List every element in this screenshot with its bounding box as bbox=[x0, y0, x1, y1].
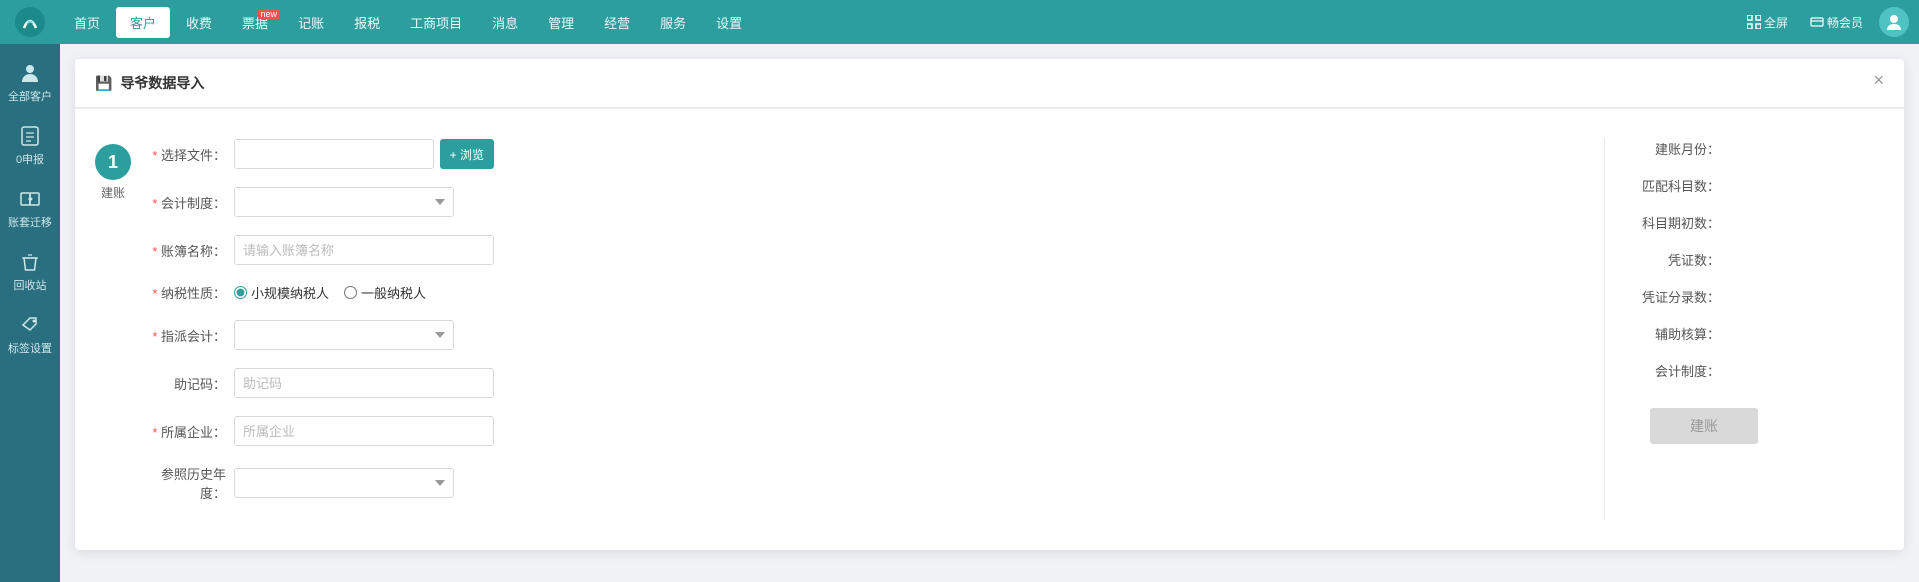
ledger-name-row: 账簿名称： bbox=[146, 235, 1584, 265]
user-avatar[interactable] bbox=[1879, 7, 1909, 37]
nav-item-client[interactable]: 客户 bbox=[116, 7, 170, 38]
company-label: 所属企业： bbox=[146, 422, 226, 441]
nav-item-bookkeeping[interactable]: 记账 bbox=[284, 7, 338, 38]
assigned-accountant-row: 指派会计： bbox=[146, 320, 1584, 350]
member-button[interactable]: 畅会员 bbox=[1804, 11, 1869, 34]
dialog-header: 💾 导爷数据导入 × bbox=[75, 59, 1904, 108]
nav-item-message[interactable]: 消息 bbox=[478, 7, 532, 38]
top-navigation: 首页 客户 收费 票据 new 记账 报税 工商项目 消息 管理 经营 服务 设… bbox=[0, 0, 1919, 44]
info-accounting-system-label: 会计制度： bbox=[1630, 361, 1720, 380]
import-icon: 💾 bbox=[95, 75, 112, 92]
nav-item-manage[interactable]: 管理 bbox=[534, 7, 588, 38]
memo-code-input[interactable] bbox=[234, 368, 494, 398]
info-initial-row: 科目期初数： bbox=[1630, 213, 1884, 232]
member-label: 畅会员 bbox=[1827, 14, 1863, 31]
nav-item-operation[interactable]: 经营 bbox=[590, 7, 644, 38]
content-area: 💾 导爷数据导入 × 1 建账 选择文件： bbox=[60, 44, 1919, 582]
tax-type-label: 纳税性质： bbox=[146, 283, 226, 302]
dialog-title: 导爷数据导入 bbox=[120, 73, 204, 93]
nav-item-fees[interactable]: 收费 bbox=[172, 7, 226, 38]
info-aux-row: 辅助核算： bbox=[1630, 324, 1884, 343]
sidebar-item-declare[interactable]: 0申报 bbox=[3, 117, 57, 175]
accounting-system-label: 会计制度： bbox=[146, 193, 226, 212]
info-voucher-row: 凭证数： bbox=[1630, 250, 1884, 269]
nav-item-service[interactable]: 服务 bbox=[646, 7, 700, 38]
create-btn-container: 建账 bbox=[1630, 398, 1884, 444]
memo-code-label: 助记码： bbox=[146, 374, 226, 393]
tax-small-label: 小规模纳税人 bbox=[251, 283, 329, 302]
sidebar-item-all-clients[interactable]: 全部客户 bbox=[3, 54, 57, 112]
memo-code-row: 助记码： bbox=[146, 368, 1584, 398]
step-indicator: 1 建账 bbox=[95, 139, 131, 201]
dialog-body: 1 建账 选择文件： + 浏览 bbox=[75, 109, 1904, 550]
nav-item-tax[interactable]: 报税 bbox=[340, 7, 394, 38]
form-grid: 选择文件： + 浏览 会计制度： bbox=[146, 139, 1584, 520]
nav-item-home[interactable]: 首页 bbox=[60, 7, 114, 38]
nav-item-invoice[interactable]: 票据 new bbox=[228, 7, 282, 38]
new-badge: new bbox=[258, 9, 281, 19]
info-voucher-label: 凭证数： bbox=[1630, 250, 1720, 269]
close-button[interactable]: × bbox=[1873, 71, 1884, 89]
step-circle: 1 bbox=[95, 144, 131, 180]
info-voucher-entries-row: 凭证分录数： bbox=[1630, 287, 1884, 306]
info-month-label: 建账月份： bbox=[1630, 139, 1720, 158]
info-month-row: 建账月份： bbox=[1630, 139, 1884, 158]
info-voucher-entries-label: 凭证分录数： bbox=[1630, 287, 1720, 306]
form-section: 1 建账 选择文件： + 浏览 bbox=[95, 139, 1584, 520]
sidebar-item-migrate[interactable]: 账套迁移 bbox=[3, 180, 57, 238]
create-account-button[interactable]: 建账 bbox=[1650, 408, 1758, 444]
info-accounting-system-row: 会计制度： bbox=[1630, 361, 1884, 380]
assigned-accountant-select[interactable] bbox=[234, 320, 454, 350]
app-logo bbox=[10, 2, 50, 42]
tax-type-radio-group: 小规模纳税人 一般纳税人 bbox=[234, 283, 1584, 302]
company-row: 所属企业： bbox=[146, 416, 1584, 446]
info-aux-label: 辅助核算： bbox=[1630, 324, 1720, 343]
select-file-row: 选择文件： + 浏览 bbox=[146, 139, 1584, 169]
sidebar-item-all-clients-label: 全部客户 bbox=[8, 88, 52, 104]
reference-year-select[interactable] bbox=[234, 468, 454, 498]
sidebar-item-recycle-label: 回收站 bbox=[14, 277, 47, 293]
info-panel: 建账月份： 匹配科目数： 科目期初数： 凭证数： bbox=[1604, 139, 1884, 520]
accounting-system-select[interactable] bbox=[234, 187, 454, 217]
reference-year-row: 参照历史年度： bbox=[146, 464, 1584, 502]
step-label: 建账 bbox=[101, 184, 125, 201]
main-layout: 全部客户 0申报 账套迁移 回收站 标签设置 💾 导爷数据导入 × bbox=[0, 44, 1919, 582]
sidebar-item-declare-label: 0申报 bbox=[16, 151, 44, 167]
file-path-input[interactable] bbox=[234, 139, 434, 169]
info-match-row: 匹配科目数： bbox=[1630, 176, 1884, 195]
company-input[interactable] bbox=[234, 416, 494, 446]
ledger-name-label: 账簿名称： bbox=[146, 241, 226, 260]
reference-year-label: 参照历史年度： bbox=[146, 464, 226, 502]
sidebar-item-label-settings[interactable]: 标签设置 bbox=[3, 306, 57, 364]
nav-item-settings[interactable]: 设置 bbox=[702, 7, 756, 38]
assigned-accountant-label: 指派会计： bbox=[146, 326, 226, 345]
dialog-card: 💾 导爷数据导入 × 1 建账 选择文件： bbox=[75, 59, 1904, 550]
sidebar-item-migrate-label: 账套迁移 bbox=[8, 214, 52, 230]
sidebar: 全部客户 0申报 账套迁移 回收站 标签设置 bbox=[0, 44, 60, 582]
nav-items: 首页 客户 收费 票据 new 记账 报税 工商项目 消息 管理 经营 服务 设… bbox=[60, 7, 1741, 38]
sidebar-item-recycle[interactable]: 回收站 bbox=[3, 243, 57, 301]
tax-general-radio-input[interactable] bbox=[344, 286, 357, 299]
nav-right: 全屏 畅会员 bbox=[1741, 7, 1909, 37]
select-file-label: 选择文件： bbox=[146, 145, 226, 164]
sidebar-item-label-settings-label: 标签设置 bbox=[8, 340, 52, 356]
file-input-group: + 浏览 bbox=[234, 139, 494, 169]
tax-general-radio[interactable]: 一般纳税人 bbox=[344, 283, 426, 302]
info-initial-label: 科目期初数： bbox=[1630, 213, 1720, 232]
browse-button[interactable]: + 浏览 bbox=[440, 139, 494, 169]
tax-small-radio-input[interactable] bbox=[234, 286, 247, 299]
nav-item-industry[interactable]: 工商项目 bbox=[396, 7, 476, 38]
tax-small-radio[interactable]: 小规模纳税人 bbox=[234, 283, 329, 302]
fullscreen-label: 全屏 bbox=[1764, 14, 1788, 31]
tax-type-row: 纳税性质： 小规模纳税人 一般纳税人 bbox=[146, 283, 1584, 302]
fullscreen-button[interactable]: 全屏 bbox=[1741, 11, 1794, 34]
accounting-system-row: 会计制度： bbox=[146, 187, 1584, 217]
ledger-name-input[interactable] bbox=[234, 235, 494, 265]
tax-general-label: 一般纳税人 bbox=[361, 283, 426, 302]
info-match-label: 匹配科目数： bbox=[1630, 176, 1720, 195]
